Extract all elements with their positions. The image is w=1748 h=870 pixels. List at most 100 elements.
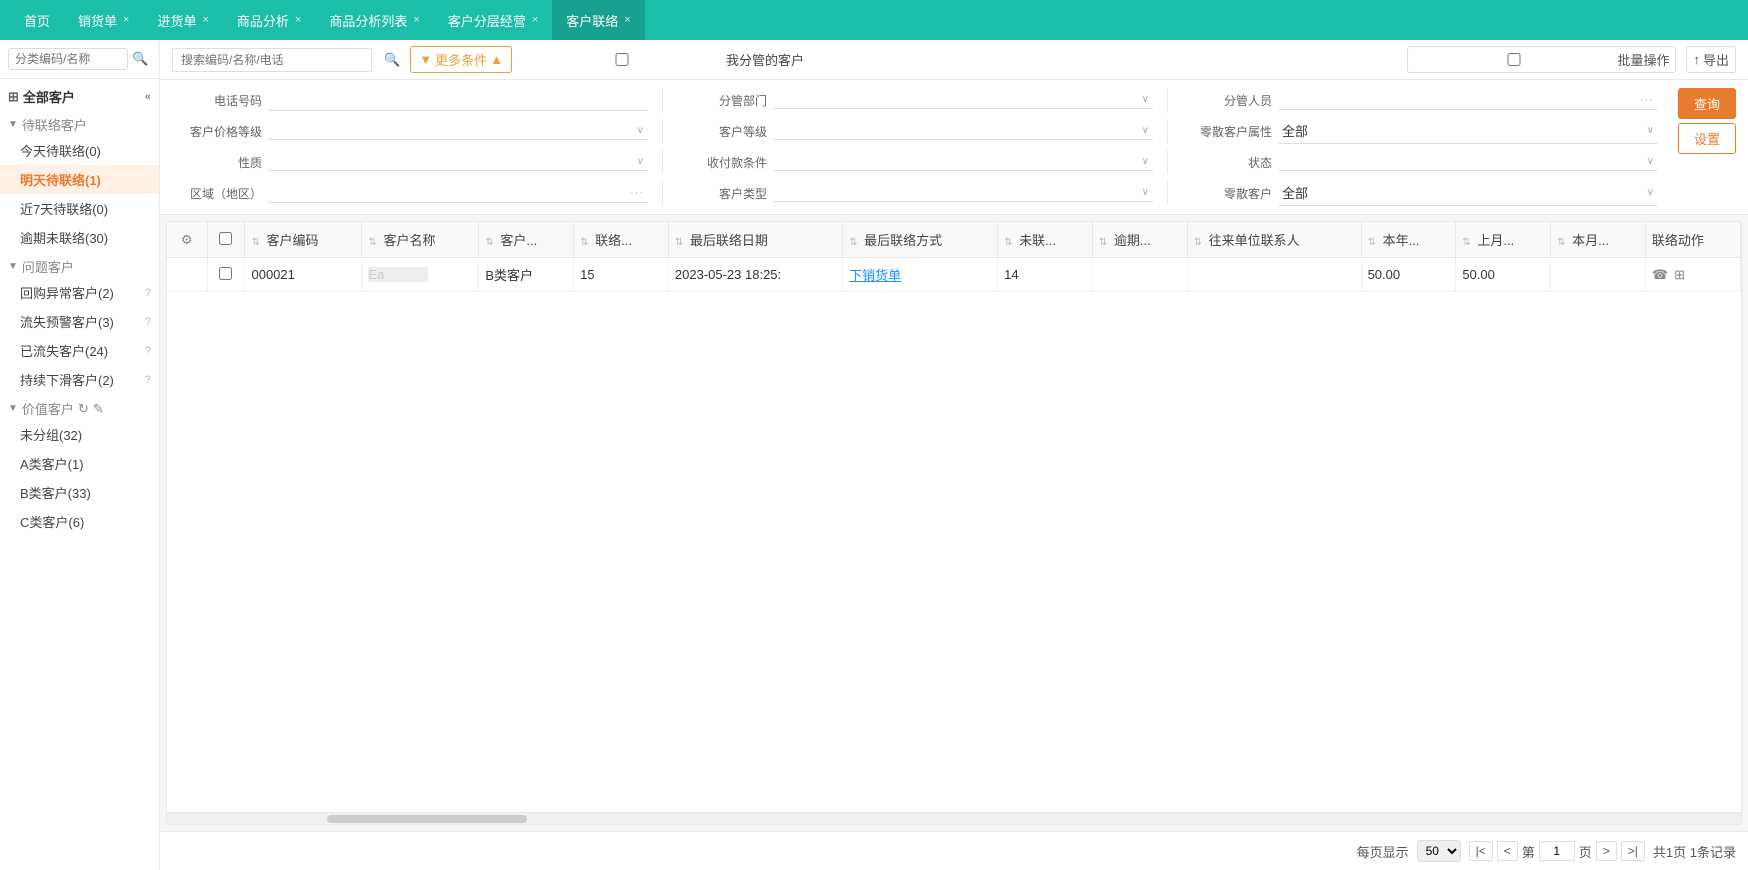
customer-type-label: 客户类型 — [677, 185, 767, 202]
sidebar-item-churned[interactable]: 已流失客户(24) ? — [0, 336, 159, 365]
status-select[interactable]: ∨ — [1278, 153, 1658, 171]
customer-grade-select[interactable]: ∨ — [773, 122, 1153, 140]
first-page-button[interactable]: |< — [1469, 841, 1493, 861]
sidebar-item-repurchase-abnormal[interactable]: 回购异常客户(2) ? — [0, 278, 159, 307]
prev-page-button[interactable]: < — [1497, 841, 1518, 861]
sidebar: 🔍 ⊞ 全部客户 « ▼ 待联络客户 今天待联络(0) 明天待联络(1) 近7天… — [0, 40, 160, 870]
nav-customer-tiering[interactable]: 客户分层经营 × — [434, 0, 552, 40]
status-label: 状态 — [1182, 154, 1272, 171]
payment-terms-label: 收付款条件 — [677, 154, 767, 171]
batch-checkbox[interactable] — [1414, 53, 1614, 66]
export-button[interactable]: ↑ 导出 — [1686, 46, 1736, 73]
table-header-customer-type[interactable]: ⇅ 客户... — [479, 222, 574, 258]
table-header-this-year[interactable]: ⇅ 本年... — [1361, 222, 1456, 258]
retail-attr-select[interactable]: 全部∨ — [1278, 118, 1658, 144]
payment-terms-select[interactable]: ∨ — [773, 153, 1153, 171]
table-header-contact-count[interactable]: ⇅ 联络... — [574, 222, 669, 258]
phone-action-icon[interactable]: ☎ — [1652, 267, 1668, 283]
nav-sales-order[interactable]: 销货单 × — [64, 0, 143, 40]
batch-operation-button[interactable]: 批量操作 — [1407, 46, 1676, 73]
settings-button[interactable]: 设置 — [1678, 123, 1736, 154]
sidebar-item-a-class[interactable]: A类客户(1) — [0, 449, 159, 478]
sidebar-item-c-class[interactable]: C类客户(6) — [0, 507, 159, 536]
manager-dots-icon: ··· — [1640, 94, 1654, 106]
nature-select[interactable]: ∨ — [268, 153, 648, 171]
phone-input[interactable] — [268, 90, 648, 111]
more-conditions-button[interactable]: ▼ 更多条件 ▲ — [410, 46, 512, 73]
help-icon-decline: ? — [145, 374, 151, 386]
collapse-sidebar-icon[interactable]: « — [145, 91, 151, 103]
nav-customer-contact[interactable]: 客户联络 × — [552, 0, 644, 40]
all-customers-header[interactable]: ⊞ 全部客户 « — [0, 79, 159, 110]
page-label: 第 — [1522, 842, 1535, 861]
sidebar-item-today-pending[interactable]: 今天待联络(0) — [0, 136, 159, 165]
sidebar-search-icon[interactable]: 🔍 — [132, 51, 148, 67]
sidebar-item-overdue-pending[interactable]: 逾期未联络(30) — [0, 223, 159, 252]
phone-field: 电话号码 — [172, 90, 648, 111]
nav-home[interactable]: 首页 — [10, 0, 64, 40]
sidebar-item-week-pending[interactable]: 近7天待联络(0) — [0, 194, 159, 223]
value-edit-icon[interactable]: ✎ — [93, 401, 104, 417]
value-arrow-icon: ▼ — [8, 403, 18, 414]
table-header-uncontacted[interactable]: ⇅ 未联... — [998, 222, 1093, 258]
next-page-button[interactable]: > — [1596, 841, 1617, 861]
pagination-bar: 每页显示 50 |< < 第 页 > >| 共1页 1条记录 — [160, 831, 1748, 870]
last-page-button[interactable]: >| — [1621, 841, 1645, 861]
close-product-analysis-icon[interactable]: × — [295, 14, 301, 26]
row-this-year: 50.00 — [1361, 258, 1456, 292]
row-last-contact-method[interactable]: 下销货单 — [843, 258, 998, 292]
nav-product-analysis-list[interactable]: 商品分析列表 × — [315, 0, 433, 40]
sidebar-item-churn-warning[interactable]: 流失预警客户(3) ? — [0, 307, 159, 336]
page-navigation: |< < 第 页 > >| — [1469, 841, 1645, 861]
scrollbar-thumb[interactable] — [327, 815, 527, 823]
close-customer-tiering-icon[interactable]: × — [532, 14, 538, 26]
customer-name-blurred: Ea — [368, 267, 428, 282]
table-header-last-contact-method[interactable]: ⇅ 最后联络方式 — [843, 222, 998, 258]
table-header-checkbox[interactable] — [207, 222, 245, 258]
sort-icon-last-month: ⇅ — [1462, 237, 1470, 248]
grid-action-icon[interactable]: ⊞ — [1674, 267, 1685, 283]
retail-customers-select[interactable]: 全部∨ — [1278, 180, 1658, 206]
row-checkbox[interactable] — [219, 267, 232, 280]
sidebar-item-ungrouped[interactable]: 未分组(32) — [0, 420, 159, 449]
horizontal-scrollbar[interactable] — [167, 812, 1741, 824]
nav-purchase-order[interactable]: 进货单 × — [143, 0, 222, 40]
row-checkbox-cell[interactable] — [207, 258, 245, 292]
sidebar-item-continuous-decline[interactable]: 持续下滑客户(2) ? — [0, 365, 159, 394]
table-header-name[interactable]: ⇅ 客户名称 — [362, 222, 479, 258]
price-grade-select[interactable]: ∨ — [268, 122, 648, 140]
table-header-last-month[interactable]: ⇅ 上月... — [1456, 222, 1551, 258]
filter-search-icon[interactable]: 🔍 — [384, 52, 400, 68]
value-refresh-icon[interactable]: ↻ — [78, 401, 89, 417]
select-all-checkbox[interactable] — [219, 232, 232, 245]
query-button[interactable]: 查询 — [1678, 88, 1736, 119]
divider7 — [662, 181, 663, 205]
price-grade-arrow: ∨ — [637, 125, 644, 136]
sidebar-item-b-class[interactable]: B类客户(33) — [0, 478, 159, 507]
close-customer-contact-icon[interactable]: × — [624, 14, 630, 26]
manager-select[interactable]: ··· — [1278, 91, 1658, 110]
per-page-select[interactable]: 50 — [1417, 840, 1461, 862]
table-header-gear[interactable]: ⚙ — [167, 222, 207, 258]
my-customers-checkbox[interactable] — [522, 53, 722, 66]
table-header-last-contact-date[interactable]: ⇅ 最后联络日期 — [668, 222, 842, 258]
sidebar-item-tomorrow-pending[interactable]: 明天待联络(1) — [0, 165, 159, 194]
close-product-analysis-list-icon[interactable]: × — [413, 14, 419, 26]
table-header-code[interactable]: ⇅ 客户编码 — [245, 222, 362, 258]
retail-attr-arrow: ∨ — [1647, 125, 1654, 136]
department-select[interactable]: ∨ — [773, 91, 1153, 109]
search-input[interactable] — [172, 48, 372, 72]
table-header-this-month[interactable]: ⇅ 本月... — [1551, 222, 1646, 258]
nav-product-analysis[interactable]: 商品分析 × — [223, 0, 315, 40]
table-header-overdue[interactable]: ⇅ 逾期... — [1092, 222, 1187, 258]
table-header-contact-person[interactable]: ⇅ 往来单位联系人 — [1187, 222, 1361, 258]
more-conditions-arrow: ▲ — [490, 52, 503, 67]
region-select[interactable]: ··· — [268, 184, 648, 203]
sidebar-search-input[interactable] — [8, 48, 128, 70]
last-contact-link[interactable]: 下销货单 — [849, 268, 901, 283]
close-sales-order-icon[interactable]: × — [123, 14, 129, 26]
page-number-input[interactable] — [1539, 841, 1575, 861]
region-dots-icon: ··· — [630, 187, 644, 199]
close-purchase-order-icon[interactable]: × — [202, 14, 208, 26]
customer-type-select[interactable]: ∨ — [773, 184, 1153, 202]
